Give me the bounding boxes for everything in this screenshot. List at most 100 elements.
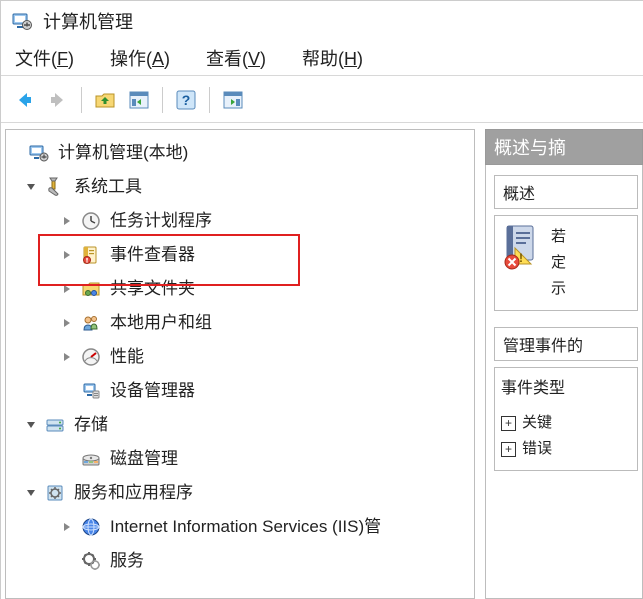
menu-help-post: )	[357, 49, 363, 69]
overview-line-1: 若	[551, 224, 566, 250]
tree-item-event-viewer[interactable]: 事件查看器	[8, 238, 472, 272]
menu-file-hotkey: F	[57, 49, 68, 69]
expander-icon[interactable]	[26, 420, 42, 430]
menu-view-hotkey: V	[248, 49, 260, 69]
menu-help[interactable]: 帮助(H)	[298, 43, 367, 73]
svg-text:!: !	[519, 251, 523, 265]
tree-item-local-users[interactable]: 本地用户和组	[8, 306, 472, 340]
event-error-label: 错误	[522, 436, 552, 462]
event-error-row[interactable]: + 错误	[501, 436, 631, 462]
tree-label: 服务	[108, 545, 146, 577]
expander-icon[interactable]	[26, 182, 42, 192]
toolbar-separator-2	[162, 87, 163, 113]
tree-label: 共享文件夹	[108, 273, 197, 305]
show-hide-tree-button[interactable]	[124, 85, 154, 115]
overview-line-3: 示	[551, 276, 566, 302]
expander-icon[interactable]	[62, 522, 78, 532]
menu-action-hotkey: A	[152, 49, 164, 69]
tree-item-services-apps[interactable]: 服务和应用程序	[8, 476, 472, 510]
tree-label: 事件查看器	[108, 239, 197, 271]
tree-label: 本地用户和组	[108, 307, 214, 339]
tree-item-performance[interactable]: 性能	[8, 340, 472, 374]
menu-view[interactable]: 查看(V)	[202, 43, 270, 73]
admin-events-panel-body: 事件类型 + 关键 + 错误	[494, 367, 638, 471]
menu-bar: 文件(F) 操作(A) 查看(V) 帮助(H)	[1, 41, 643, 75]
tree-label: 计算机管理(本地)	[56, 137, 190, 169]
tree-pane: 计算机管理(本地) 系统工具	[5, 129, 475, 599]
performance-icon	[80, 346, 102, 368]
menu-action-post: )	[164, 49, 170, 69]
disk-management-icon	[80, 448, 102, 470]
tree-item-shared-folders[interactable]: 共享文件夹	[8, 272, 472, 306]
tree-item-computer-management[interactable]: 计算机管理(本地)	[8, 136, 472, 170]
book-warning-icon: !	[501, 224, 541, 302]
menu-file[interactable]: 文件(F)	[11, 43, 78, 73]
title-bar: 计算机管理	[1, 1, 643, 41]
tree-item-disk-management[interactable]: 磁盘管理	[8, 442, 472, 476]
back-button[interactable]	[9, 85, 39, 115]
services-icon	[80, 550, 102, 572]
toolbar-separator-1	[81, 87, 82, 113]
event-type-label: 事件类型	[501, 376, 565, 402]
tree-item-task-scheduler[interactable]: 任务计划程序	[8, 204, 472, 238]
tree-item-device-manager[interactable]: 设备管理器	[8, 374, 472, 408]
expander-icon[interactable]	[26, 488, 42, 498]
iis-icon	[80, 516, 102, 538]
computer-management-icon	[28, 142, 50, 164]
console-tree[interactable]: 计算机管理(本地) 系统工具	[6, 130, 474, 584]
overview-panel-title: 概述	[494, 175, 638, 209]
menu-action-pre: 操作(	[110, 49, 152, 69]
tree-label: 服务和应用程序	[72, 477, 195, 509]
overview-line-2: 定	[551, 250, 566, 276]
right-pane-header: 概述与摘	[485, 129, 643, 165]
toolbar: ?	[1, 75, 643, 123]
expander-icon[interactable]	[62, 216, 78, 226]
menu-help-hotkey: H	[344, 49, 357, 69]
tree-item-iis[interactable]: Internet Information Services (IIS)管	[8, 510, 472, 544]
tree-label: Internet Information Services (IIS)管	[108, 511, 383, 543]
tree-item-services[interactable]: 服务	[8, 544, 472, 578]
expander-icon[interactable]	[62, 250, 78, 260]
menu-view-post: )	[260, 49, 266, 69]
admin-events-panel-title: 管理事件的	[494, 327, 638, 361]
services-apps-icon	[44, 482, 66, 504]
shared-folders-icon	[80, 278, 102, 300]
event-viewer-icon	[80, 244, 102, 266]
forward-button[interactable]	[43, 85, 73, 115]
plus-icon[interactable]: +	[501, 416, 516, 431]
toolbar-separator-3	[209, 87, 210, 113]
tree-item-storage[interactable]: 存储	[8, 408, 472, 442]
device-manager-icon	[80, 380, 102, 402]
window-title: 计算机管理	[43, 8, 133, 34]
tree-label: 系统工具	[72, 171, 144, 203]
action-pane-button[interactable]	[218, 85, 248, 115]
app-icon	[11, 10, 33, 32]
expander-icon[interactable]	[62, 352, 78, 362]
tree-label: 性能	[108, 341, 146, 373]
expander-icon[interactable]	[62, 284, 78, 294]
tree-item-system-tools[interactable]: 系统工具	[8, 170, 472, 204]
menu-action[interactable]: 操作(A)	[106, 43, 174, 73]
menu-file-post: )	[68, 49, 74, 69]
svg-text:?: ?	[182, 92, 191, 108]
tree-label: 磁盘管理	[108, 443, 180, 475]
tree-label: 存储	[72, 409, 110, 441]
storage-icon	[44, 414, 66, 436]
menu-help-pre: 帮助(	[302, 49, 344, 69]
menu-view-pre: 查看(	[206, 49, 248, 69]
clock-icon	[80, 210, 102, 232]
users-icon	[80, 312, 102, 334]
tools-icon	[44, 176, 66, 198]
plus-icon[interactable]: +	[501, 442, 516, 457]
up-folder-button[interactable]	[90, 85, 120, 115]
help-button[interactable]: ?	[171, 85, 201, 115]
event-critical-label: 关键	[522, 410, 552, 436]
tree-label: 设备管理器	[108, 375, 197, 407]
overview-panel-body: ! 若 定 示	[494, 215, 638, 311]
menu-file-pre: 文件(	[15, 49, 57, 69]
tree-label: 任务计划程序	[108, 205, 214, 237]
event-critical-row[interactable]: + 关键	[501, 410, 631, 436]
right-pane-title: 概述与摘	[494, 134, 566, 160]
expander-icon[interactable]	[62, 318, 78, 328]
right-pane: 概述与摘 概述 !	[485, 129, 643, 599]
